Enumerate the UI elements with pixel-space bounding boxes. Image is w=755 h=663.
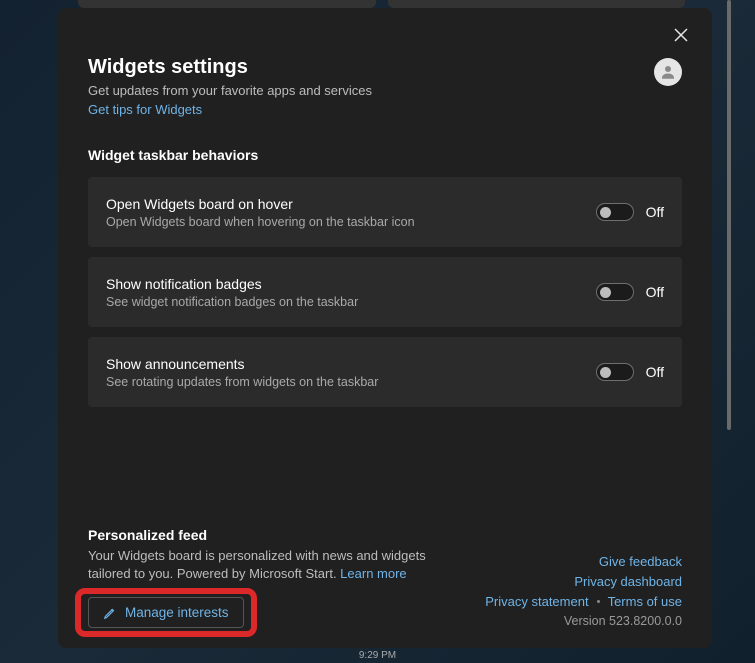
toggle-state-label: Off: [646, 204, 664, 220]
behaviors-section-label: Widget taskbar behaviors: [88, 147, 682, 163]
board-cards-peek: [78, 0, 685, 8]
page-subtitle: Get updates from your favorite apps and …: [88, 83, 682, 98]
notification-badges-toggle[interactable]: [596, 283, 634, 301]
settings-header: Widgets settings Get updates from your f…: [88, 56, 682, 119]
setting-hover-open: Open Widgets board on hover Open Widgets…: [88, 177, 682, 247]
privacy-statement-link[interactable]: Privacy statement: [485, 594, 588, 609]
taskbar-time: 9:29 PM: [359, 650, 396, 661]
settings-panel: Widgets settings Get updates from your f…: [58, 8, 712, 648]
manage-interests-button[interactable]: Manage interests: [88, 597, 244, 628]
personalized-feed-section: Personalized feed Your Widgets board is …: [88, 527, 682, 628]
toggle-state-label: Off: [646, 284, 664, 300]
scrollbar[interactable]: [727, 0, 731, 430]
setting-title: Show notification badges: [106, 276, 358, 292]
card-peek: [388, 0, 686, 8]
hover-open-toggle[interactable]: [596, 203, 634, 221]
announcements-toggle[interactable]: [596, 363, 634, 381]
toggle-group: Off: [596, 203, 664, 221]
setting-desc: Open Widgets board when hovering on the …: [106, 215, 415, 229]
setting-text: Show announcements See rotating updates …: [106, 356, 378, 389]
tips-link[interactable]: Get tips for Widgets: [88, 102, 202, 117]
setting-text: Show notification badges See widget noti…: [106, 276, 358, 309]
footer-links: Give feedback Privacy dashboard Privacy …: [485, 554, 682, 628]
setting-announcements: Show announcements See rotating updates …: [88, 337, 682, 407]
toggle-knob: [600, 367, 611, 378]
toggle-group: Off: [596, 363, 664, 381]
toggle-state-label: Off: [646, 364, 664, 380]
version-label: Version 523.8200.0.0: [564, 614, 682, 628]
setting-text: Open Widgets board on hover Open Widgets…: [106, 196, 415, 229]
setting-desc: See rotating updates from widgets on the…: [106, 375, 378, 389]
feed-desc: Your Widgets board is personalized with …: [88, 547, 448, 583]
setting-title: Show announcements: [106, 356, 378, 372]
terms-of-use-link[interactable]: Terms of use: [608, 594, 682, 609]
close-icon: [674, 28, 688, 42]
toggle-knob: [600, 287, 611, 298]
feed-title: Personalized feed: [88, 527, 682, 543]
person-icon: [659, 63, 677, 81]
toggle-knob: [600, 207, 611, 218]
footer-link-row: Privacy statement Terms of use: [485, 594, 682, 609]
card-peek: [78, 0, 376, 8]
manage-interests-label: Manage interests: [125, 605, 229, 620]
give-feedback-link[interactable]: Give feedback: [599, 554, 682, 569]
setting-title: Open Widgets board on hover: [106, 196, 415, 212]
page-title: Widgets settings: [88, 56, 682, 79]
learn-more-link[interactable]: Learn more: [340, 566, 406, 581]
separator-dot: [597, 600, 600, 603]
pencil-icon: [103, 606, 117, 620]
setting-notification-badges: Show notification badges See widget noti…: [88, 257, 682, 327]
close-button[interactable]: [672, 26, 690, 44]
setting-desc: See widget notification badges on the ta…: [106, 295, 358, 309]
toggle-group: Off: [596, 283, 664, 301]
account-avatar[interactable]: [654, 58, 682, 86]
privacy-dashboard-link[interactable]: Privacy dashboard: [574, 574, 682, 589]
